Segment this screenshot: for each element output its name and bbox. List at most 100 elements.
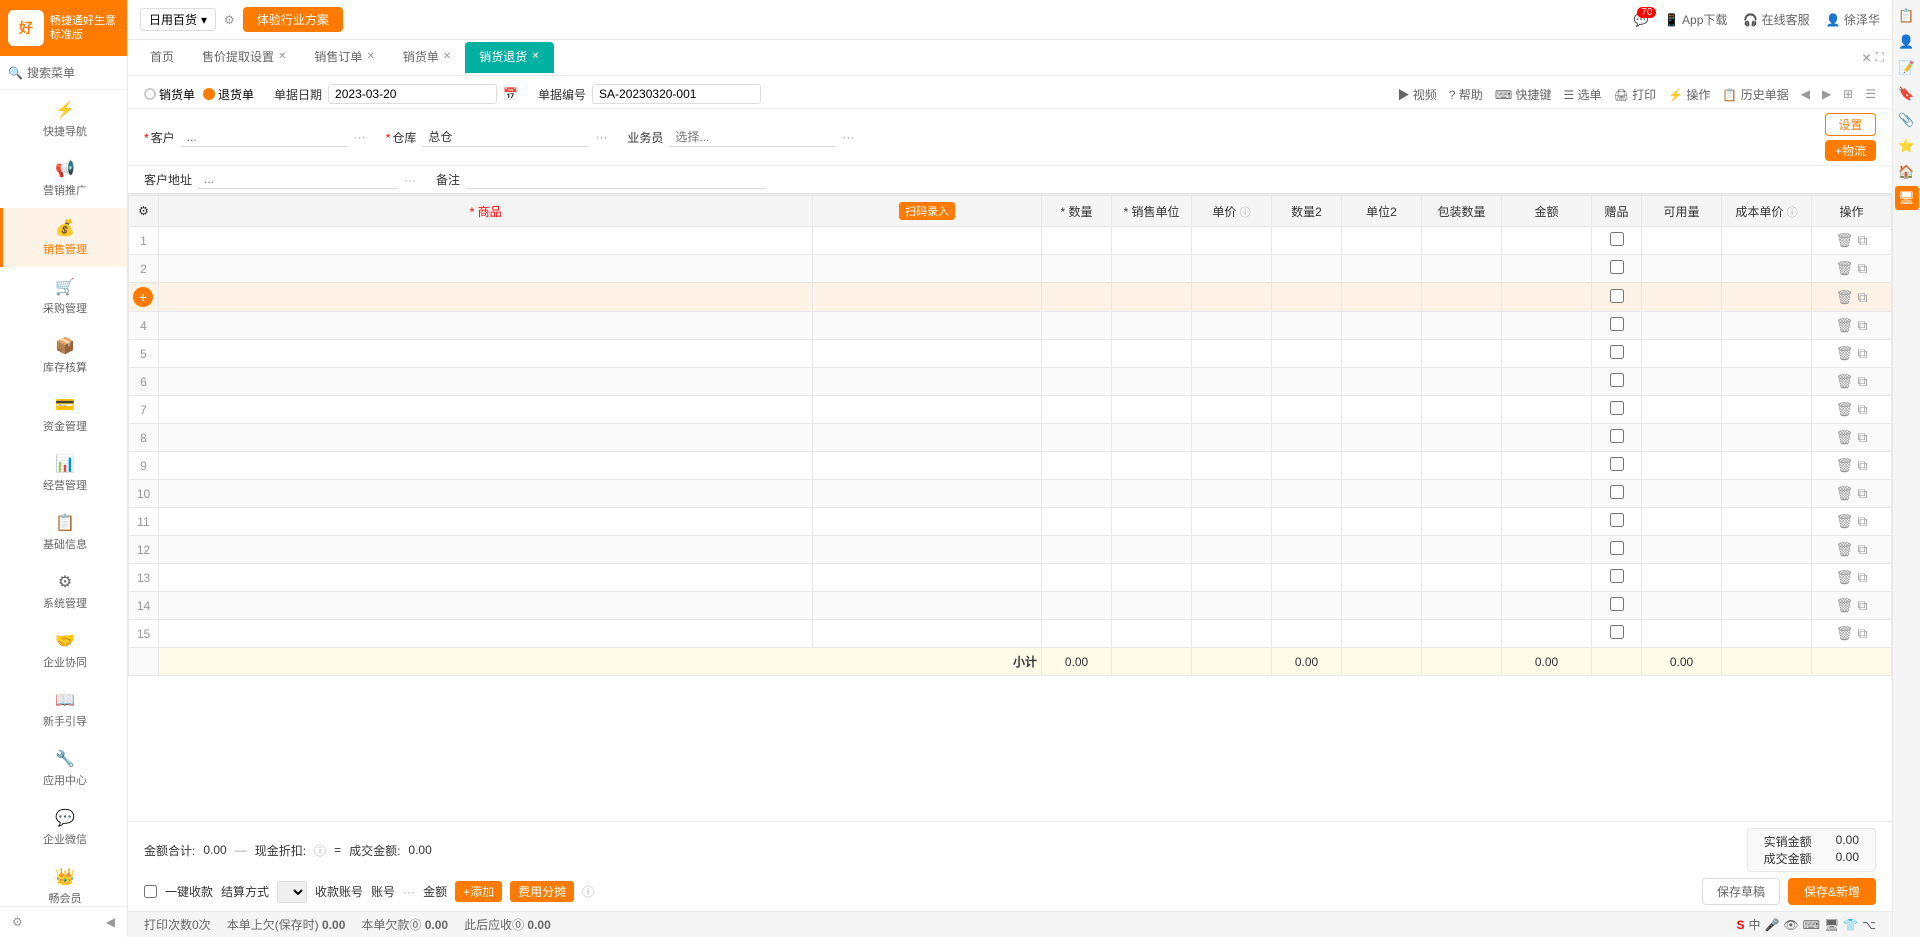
save-new-btn[interactable]: 保存&新增 (1788, 878, 1876, 905)
fee-help-icon[interactable]: ⓘ (582, 883, 594, 900)
add-row-btn[interactable]: + (133, 287, 153, 307)
unit-cell[interactable] (1112, 255, 1192, 283)
settings-icon[interactable]: ⚙ (12, 915, 23, 929)
right-icon-4[interactable]: 🔖 (1895, 82, 1919, 106)
tab-sales-bill[interactable]: 销货单 ✕ (389, 42, 465, 73)
cost-cell[interactable] (1722, 227, 1812, 255)
product-cell[interactable] (159, 255, 813, 283)
add-logistics-btn[interactable]: +物流 (1825, 140, 1876, 161)
copy-row-icon[interactable]: ⧉ (1857, 541, 1867, 558)
app-download-link[interactable]: 📱 App下载 (1664, 11, 1727, 28)
settings-gear-icon[interactable]: ⚙ (224, 13, 235, 27)
tab-home[interactable]: 首页 (136, 42, 188, 73)
copy-row-icon[interactable]: ⧉ (1857, 597, 1867, 614)
tab-price-settings[interactable]: 售价提取设置 ✕ (188, 42, 300, 73)
sidebar-item-inventory[interactable]: 📦 库存核算 (0, 326, 127, 385)
copy-row-icon[interactable]: ⧉ (1857, 289, 1867, 306)
one-click-checkbox[interactable] (144, 885, 157, 898)
search-menu[interactable]: 🔍 搜索菜单 (0, 56, 127, 90)
delete-row-icon[interactable]: 🗑 (1836, 625, 1854, 642)
online-service-link[interactable]: 🎧 在线客服 (1743, 11, 1809, 28)
gift-checkbox[interactable] (1610, 625, 1624, 639)
gift-cell[interactable] (1592, 283, 1642, 312)
copy-row-icon[interactable]: ⧉ (1857, 429, 1867, 446)
delete-row-icon[interactable]: 🗑 (1836, 232, 1854, 249)
tab-sales-return-close[interactable]: ✕ (531, 51, 539, 62)
sidebar-item-wechat[interactable]: 💬 企业微信 (0, 798, 127, 857)
price-cell[interactable] (1192, 283, 1272, 312)
unit2-cell[interactable] (1342, 227, 1422, 255)
mic-icon[interactable]: 🎤 (1764, 918, 1779, 932)
docno-input[interactable] (592, 84, 761, 104)
qty2-cell[interactable] (1272, 227, 1342, 255)
list-view-icon[interactable]: ☰ (1865, 87, 1876, 101)
experience-btn[interactable]: 体验行业方案 (243, 7, 343, 32)
delete-row-icon[interactable]: 🗑 (1836, 485, 1854, 502)
customer-select-btn[interactable]: ··· (354, 130, 366, 144)
gift-checkbox[interactable] (1610, 345, 1624, 359)
prev-record-icon[interactable]: ◀ (1801, 87, 1810, 101)
address-input[interactable] (198, 170, 398, 189)
salesperson-input[interactable] (669, 128, 836, 147)
account-select-btn[interactable]: ··· (403, 885, 415, 899)
eye-icon[interactable]: 👁 (1783, 918, 1798, 932)
gift-cell[interactable] (1592, 227, 1642, 255)
gift-checkbox[interactable] (1610, 232, 1624, 246)
copy-row-icon[interactable]: ⧉ (1857, 260, 1867, 277)
delete-row-icon[interactable]: 🗑 (1836, 317, 1854, 334)
collapse-icon[interactable]: ◀ (106, 915, 115, 929)
date-input[interactable] (328, 84, 497, 104)
gift-checkbox[interactable] (1610, 289, 1624, 303)
sidebar-item-marketing[interactable]: 📢 营销推广 (0, 149, 127, 208)
delete-row-icon[interactable]: 🗑 (1836, 457, 1854, 474)
copy-row-icon[interactable]: ⧉ (1857, 317, 1867, 334)
delete-row-icon[interactable]: 🗑 (1836, 429, 1854, 446)
gift-checkbox[interactable] (1610, 401, 1624, 415)
right-icon-8[interactable]: 🖥 (1895, 186, 1919, 210)
gift-checkbox[interactable] (1610, 260, 1624, 274)
warehouse-select-btn[interactable]: ··· (595, 130, 607, 144)
tab-sales-order[interactable]: 销售订单 ✕ (300, 42, 388, 73)
copy-row-icon[interactable]: ⧉ (1857, 625, 1867, 642)
copy-row-icon[interactable]: ⧉ (1857, 513, 1867, 530)
sidebar-item-purchase[interactable]: 🛒 采购管理 (0, 267, 127, 326)
sidebar-item-enterprise[interactable]: 🤝 企业协同 (0, 621, 127, 680)
avail-cell[interactable] (1642, 283, 1722, 312)
toolbar-history[interactable]: 📋 历史单据 (1722, 86, 1788, 103)
right-icon-6[interactable]: ⭐ (1895, 134, 1919, 158)
gift-checkbox[interactable] (1610, 429, 1624, 443)
gift-checkbox[interactable] (1610, 513, 1624, 527)
calendar-icon[interactable]: 📅 (503, 87, 518, 101)
sidebar-item-shortcut[interactable]: ⚡ 快捷导航 (0, 90, 127, 149)
grid-view-icon[interactable]: ⊞ (1843, 87, 1853, 101)
pack-cell[interactable] (1422, 227, 1502, 255)
delete-row-icon[interactable]: 🗑 (1836, 513, 1854, 530)
copy-row-icon[interactable]: ⧉ (1857, 373, 1867, 390)
category-select[interactable]: 日用百货 ▾ (140, 8, 216, 31)
gift-checkbox[interactable] (1610, 485, 1624, 499)
cost-cell[interactable] (1722, 255, 1812, 283)
delete-row-icon[interactable]: 🗑 (1836, 373, 1854, 390)
remark-input[interactable] (466, 170, 766, 189)
qty2-cell[interactable] (1272, 283, 1342, 312)
copy-row-icon[interactable]: ⧉ (1857, 401, 1867, 418)
next-record-icon[interactable]: ▶ (1822, 87, 1831, 101)
qty-cell[interactable] (1042, 227, 1112, 255)
price-cell[interactable] (1192, 255, 1272, 283)
product-input-active[interactable] (163, 290, 808, 305)
copy-row-icon[interactable]: ⧉ (1857, 457, 1867, 474)
pack-cell[interactable] (1422, 255, 1502, 283)
unit-cell[interactable] (1112, 227, 1192, 255)
right-icon-1[interactable]: 📋 (1895, 4, 1919, 28)
copy-row-icon[interactable]: ⧉ (1857, 232, 1867, 249)
product-cell[interactable] (159, 283, 813, 312)
save-draft-btn[interactable]: 保存草稿 (1702, 878, 1780, 905)
gift-checkbox[interactable] (1610, 373, 1624, 387)
right-icon-5[interactable]: 📎 (1895, 108, 1919, 132)
delete-row-icon[interactable]: 🗑 (1836, 401, 1854, 418)
tab-price-settings-close[interactable]: ✕ (278, 51, 286, 62)
address-select-btn[interactable]: ··· (404, 173, 416, 187)
tab-sales-bill-close[interactable]: ✕ (443, 51, 451, 62)
qty-cell[interactable] (1042, 283, 1112, 312)
right-icon-3[interactable]: 📝 (1895, 56, 1919, 80)
